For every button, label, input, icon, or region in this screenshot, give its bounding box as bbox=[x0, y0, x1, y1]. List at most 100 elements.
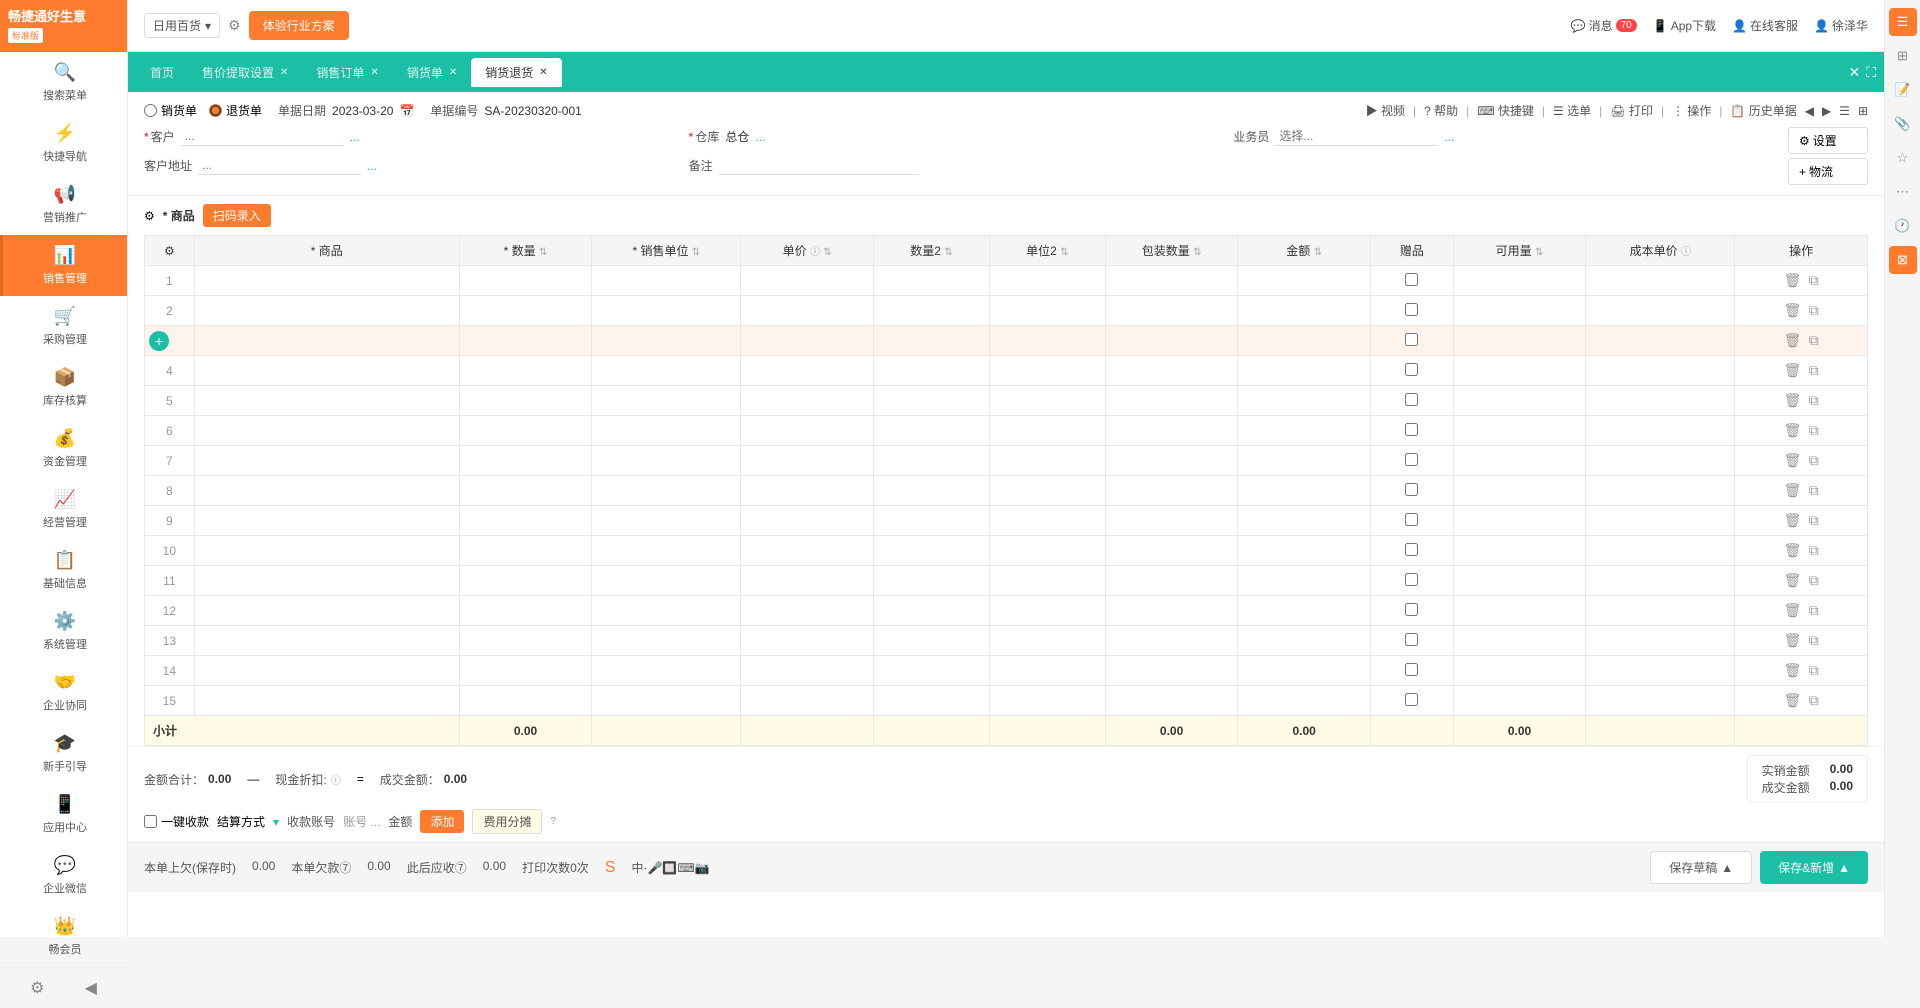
gift-cell-3[interactable] bbox=[1370, 326, 1453, 356]
sidebar-item-apps[interactable]: 📱 应用中心 bbox=[0, 784, 127, 845]
table-settings-icon[interactable]: ⚙ bbox=[144, 209, 155, 223]
delete-btn-5[interactable]: 🗑 bbox=[1782, 390, 1804, 411]
unit2-cell-13[interactable] bbox=[989, 626, 1105, 656]
unit-cell-10[interactable] bbox=[592, 536, 741, 566]
product-cell-7[interactable] bbox=[194, 446, 459, 476]
sidebar-item-enterprise[interactable]: 🤝 企业协同 bbox=[0, 662, 127, 723]
qty2-cell-3[interactable] bbox=[873, 326, 989, 356]
unit-cell-9[interactable] bbox=[592, 506, 741, 536]
price-cell-10[interactable] bbox=[741, 536, 874, 566]
price-cell-1[interactable] bbox=[741, 266, 874, 296]
copy-btn-3[interactable]: ⧉ bbox=[1807, 330, 1821, 351]
message-btn[interactable]: 💬 消息 70 bbox=[1571, 17, 1637, 34]
copy-btn-9[interactable]: ⧉ bbox=[1807, 510, 1821, 531]
unit-cell-4[interactable] bbox=[592, 356, 741, 386]
qty-cell-9[interactable] bbox=[459, 506, 592, 536]
settings-gear-icon[interactable]: ⚙ bbox=[228, 17, 241, 34]
cost-cell-1[interactable] bbox=[1586, 266, 1735, 296]
remark-input[interactable] bbox=[719, 156, 919, 175]
delete-btn-1[interactable]: 🗑 bbox=[1782, 270, 1804, 291]
price-cell-13[interactable] bbox=[741, 626, 874, 656]
qty-input-2[interactable] bbox=[464, 304, 588, 318]
delete-btn-11[interactable]: 🗑 bbox=[1782, 570, 1804, 591]
unit2-cell-14[interactable] bbox=[989, 656, 1105, 686]
logistics-btn[interactable]: + 物流 bbox=[1788, 158, 1868, 185]
gift-checkbox-6[interactable] bbox=[1405, 423, 1418, 436]
cost-cell-8[interactable] bbox=[1586, 476, 1735, 506]
sidebar-item-wechat[interactable]: 💬 企业微信 bbox=[0, 845, 127, 906]
product-cell-5[interactable] bbox=[194, 386, 459, 416]
product-input-11[interactable] bbox=[199, 574, 455, 588]
unit2-cell-10[interactable] bbox=[989, 536, 1105, 566]
cost-cell-4[interactable] bbox=[1586, 356, 1735, 386]
unit2-sort-icon[interactable]: ⇅ bbox=[1060, 247, 1068, 258]
salesperson-select-btn[interactable]: ... bbox=[1444, 130, 1454, 144]
cost-cell-5[interactable] bbox=[1586, 386, 1735, 416]
delete-btn-6[interactable]: 🗑 bbox=[1782, 420, 1804, 441]
tab-sales-return[interactable]: 销货退货 ✕ bbox=[471, 58, 561, 87]
gift-cell-7[interactable] bbox=[1370, 446, 1453, 476]
qty-input-1[interactable] bbox=[464, 274, 588, 288]
copy-btn-14[interactable]: ⧉ bbox=[1807, 660, 1821, 681]
delete-btn-10[interactable]: 🗑 bbox=[1782, 540, 1804, 561]
product-cell-4[interactable] bbox=[194, 356, 459, 386]
copy-btn-13[interactable]: ⧉ bbox=[1807, 630, 1821, 651]
app-download-btn[interactable]: 📱 App下载 bbox=[1653, 17, 1716, 34]
print-action[interactable]: 🖨 打印 bbox=[1610, 102, 1653, 119]
sidebar-settings-btn[interactable]: ⚙ bbox=[30, 978, 44, 998]
scan-input-btn[interactable]: 扫码录入 bbox=[203, 204, 271, 227]
delete-btn-8[interactable]: 🗑 bbox=[1782, 480, 1804, 501]
product-cell-8[interactable] bbox=[194, 476, 459, 506]
gift-cell-15[interactable] bbox=[1370, 686, 1453, 716]
price-cell-14[interactable] bbox=[741, 656, 874, 686]
qty-cell-14[interactable] bbox=[459, 656, 592, 686]
gift-cell-13[interactable] bbox=[1370, 626, 1453, 656]
gift-checkbox-9[interactable] bbox=[1405, 513, 1418, 526]
sidebar-item-search[interactable]: 🔍 搜索菜单 bbox=[0, 52, 127, 113]
copy-btn-11[interactable]: ⧉ bbox=[1807, 570, 1821, 591]
tab-price-settings[interactable]: 售价提取设置 ✕ bbox=[188, 58, 302, 87]
pack-cell-4[interactable] bbox=[1105, 356, 1238, 386]
cost-cell-2[interactable] bbox=[1586, 296, 1735, 326]
gift-cell-6[interactable] bbox=[1370, 416, 1453, 446]
one-click-payment-label[interactable]: 一键收款 bbox=[144, 813, 209, 830]
available-cell-1[interactable] bbox=[1453, 266, 1586, 296]
price-sort-icon[interactable]: ⇅ bbox=[823, 247, 831, 258]
pack-cell-15[interactable] bbox=[1105, 686, 1238, 716]
right-panel-action[interactable]: ⊠ bbox=[1889, 246, 1917, 274]
video-action[interactable]: ▶ 视频 bbox=[1366, 102, 1405, 119]
delete-btn-7[interactable]: 🗑 bbox=[1782, 450, 1804, 471]
pack-cell-5[interactable] bbox=[1105, 386, 1238, 416]
unit2-cell-8[interactable] bbox=[989, 476, 1105, 506]
qty-cell-11[interactable] bbox=[459, 566, 592, 596]
price-cell-4[interactable] bbox=[741, 356, 874, 386]
pack-cell-14[interactable] bbox=[1105, 656, 1238, 686]
unit-cell-13[interactable] bbox=[592, 626, 741, 656]
right-panel-list-view[interactable]: ☰ bbox=[1889, 8, 1917, 36]
product-cell-13[interactable] bbox=[194, 626, 459, 656]
amount-cell-11[interactable] bbox=[1238, 566, 1371, 596]
shortcut-action[interactable]: ⌨ 快捷键 bbox=[1477, 102, 1534, 119]
qty-input-4[interactable] bbox=[464, 364, 588, 378]
gift-checkbox-15[interactable] bbox=[1405, 693, 1418, 706]
experience-btn[interactable]: 体验行业方案 bbox=[249, 11, 349, 40]
sogou-icon[interactable]: S bbox=[605, 859, 616, 877]
save-draft-btn[interactable]: 保存草稿 ▲ bbox=[1650, 851, 1752, 884]
qty-input-11[interactable] bbox=[464, 574, 588, 588]
sidebar-item-finance[interactable]: 💰 资金管理 bbox=[0, 418, 127, 479]
amount-cell-5[interactable] bbox=[1238, 386, 1371, 416]
available-cell-6[interactable] bbox=[1453, 416, 1586, 446]
qty2-cell-1[interactable] bbox=[873, 266, 989, 296]
right-panel-log[interactable]: 🕐 bbox=[1889, 212, 1917, 240]
gift-checkbox-1[interactable] bbox=[1405, 273, 1418, 286]
product-input-14[interactable] bbox=[199, 664, 455, 678]
product-input-4[interactable] bbox=[199, 364, 455, 378]
sidebar-item-operations[interactable]: 📈 经营管理 bbox=[0, 479, 127, 540]
available-cell-8[interactable] bbox=[1453, 476, 1586, 506]
qty-cell-3[interactable] bbox=[459, 326, 592, 356]
radio-delivery[interactable]: 销货单 bbox=[144, 102, 197, 119]
sidebar-item-marketing[interactable]: 📢 营销推广 bbox=[0, 174, 127, 235]
qty-cell-4[interactable] bbox=[459, 356, 592, 386]
online-service-btn[interactable]: 👤 在线客服 bbox=[1732, 17, 1798, 34]
gift-checkbox-5[interactable] bbox=[1405, 393, 1418, 406]
